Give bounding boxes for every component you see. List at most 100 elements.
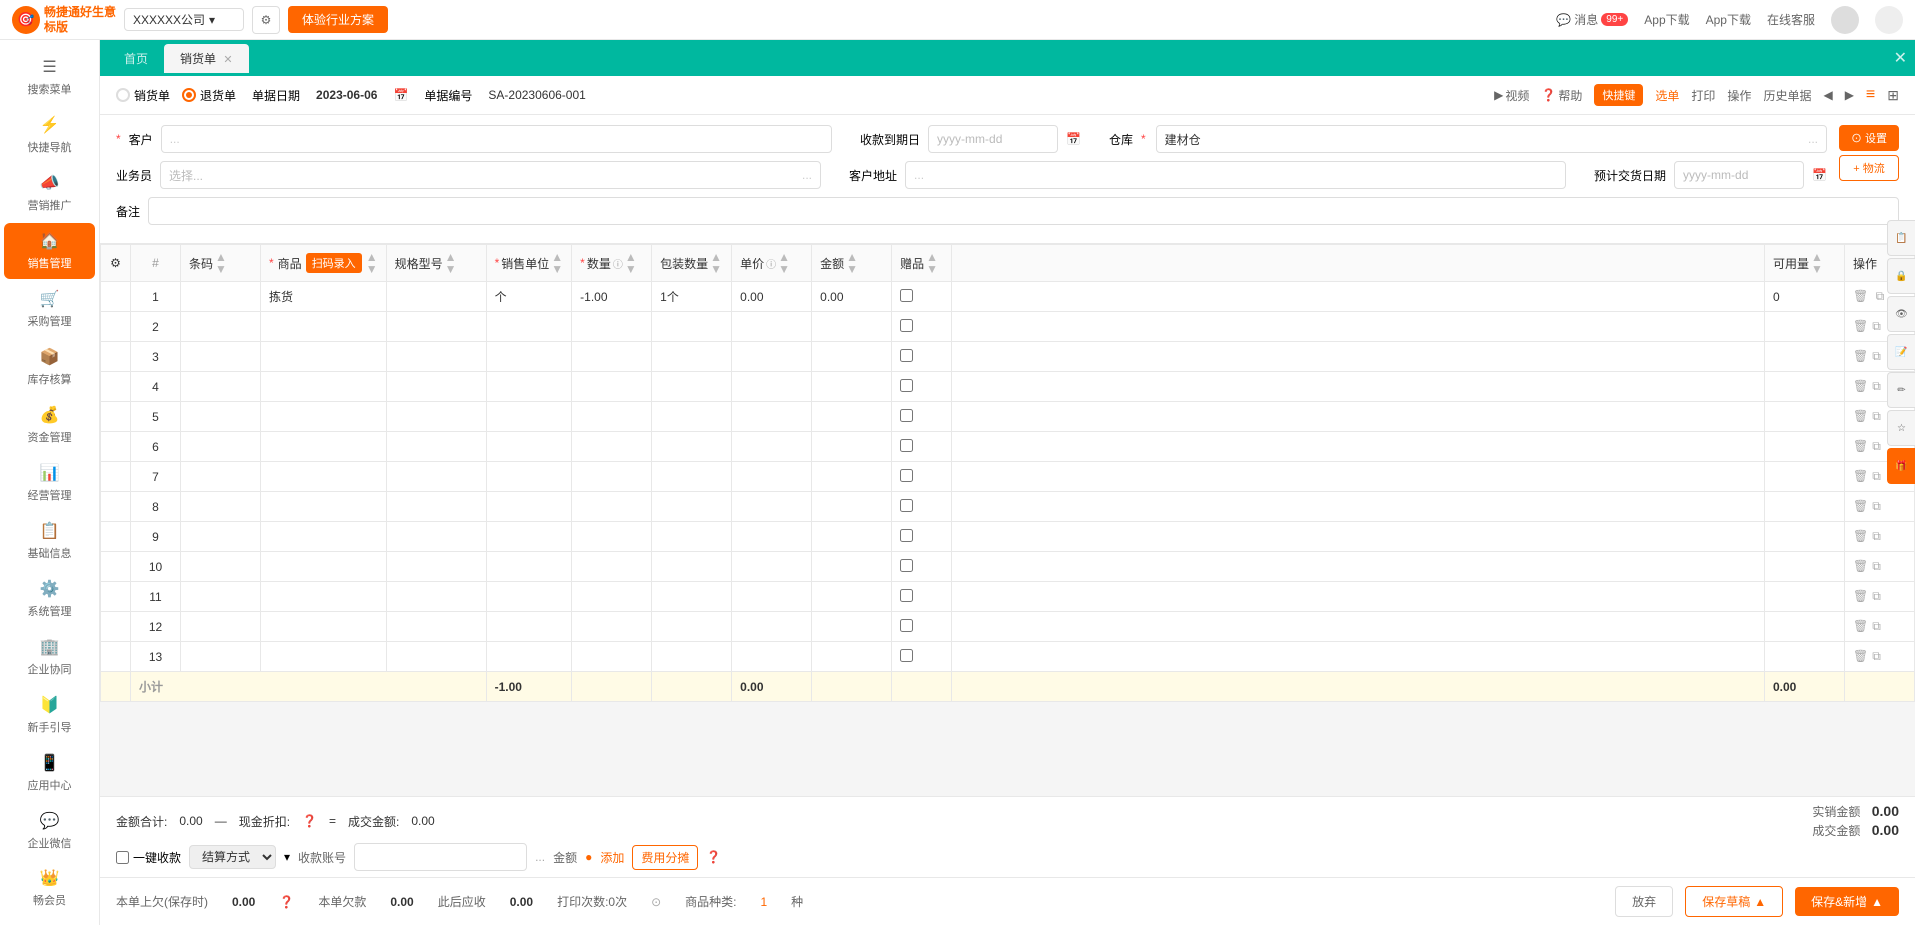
radio-return[interactable]: 退货单 xyxy=(182,87,236,104)
table-container[interactable]: ⚙ # 条码▲▼ * 商品 扫码录入 xyxy=(100,244,1915,796)
next-icon[interactable]: ▶ xyxy=(1845,88,1854,102)
delete-icon[interactable]: 🗑 xyxy=(1853,619,1868,633)
row-pkg-1[interactable]: 1个 xyxy=(652,282,732,312)
delete-icon[interactable]: 🗑 xyxy=(1853,349,1868,363)
company-selector[interactable]: XXXXXX公司 ▾ xyxy=(124,8,244,31)
delete-icon[interactable]: 🗑 xyxy=(1853,289,1868,303)
expense-button[interactable]: 费用分摊 xyxy=(632,845,698,870)
discard-button[interactable]: 放弃 xyxy=(1615,886,1673,917)
sidebar-item-inventory[interactable]: 📦 库存核算 xyxy=(4,339,95,395)
row-qty-1[interactable]: -1.00 xyxy=(572,282,652,312)
salesman-input[interactable]: 选择... ... xyxy=(160,161,821,189)
operate-action[interactable]: 操作 xyxy=(1727,87,1751,104)
video-action[interactable]: ▶ 视频 xyxy=(1494,87,1529,104)
copy-icon[interactable]: ⧉ xyxy=(1872,499,1881,513)
delete-icon[interactable]: 🗑 xyxy=(1853,469,1868,483)
message-icon[interactable]: 💬 消息 99+ xyxy=(1556,11,1628,28)
tab-sales-order[interactable]: 销货单 ✕ xyxy=(164,44,249,73)
row-unit-1[interactable]: 个 xyxy=(486,282,572,312)
payment-method-select[interactable]: 结算方式 xyxy=(189,845,276,869)
right-panel-btn-5[interactable]: ✏ xyxy=(1887,372,1915,408)
delete-icon[interactable]: 🗑 xyxy=(1853,409,1868,423)
copy-icon[interactable]: ⧉ xyxy=(1872,469,1881,483)
app-download[interactable]: App下载 xyxy=(1644,11,1689,28)
account-more-icon[interactable]: ... xyxy=(535,850,545,864)
sidebar-item-operation[interactable]: 📊 经营管理 xyxy=(4,455,95,511)
delete-icon[interactable]: 🗑 xyxy=(1853,589,1868,603)
row-product-1[interactable]: 拣货 xyxy=(261,282,387,312)
discount-help-icon[interactable]: ❓ xyxy=(302,814,317,828)
avatar[interactable] xyxy=(1831,6,1859,34)
row-barcode-1[interactable] xyxy=(181,282,261,312)
draft-button[interactable]: 保存草稿 ▲ xyxy=(1685,886,1783,917)
payment-checkbox[interactable] xyxy=(116,851,129,864)
avatar-secondary[interactable] xyxy=(1875,6,1903,34)
copy-icon[interactable]: ⧉ xyxy=(1872,409,1881,423)
expense-help-icon[interactable]: ❓ xyxy=(706,850,721,864)
radio-sales[interactable]: 销货单 xyxy=(116,87,170,104)
copy-icon[interactable]: ⧉ xyxy=(1872,319,1881,333)
sidebar-item-guide[interactable]: 🔰 新手引导 xyxy=(4,687,95,743)
save-button[interactable]: 保存&新增 ▲ xyxy=(1795,887,1899,916)
delete-icon[interactable]: 🗑 xyxy=(1853,379,1868,393)
delete-icon[interactable]: 🗑 xyxy=(1853,559,1868,573)
delete-icon[interactable]: 🗑 xyxy=(1853,439,1868,453)
row-gift-1[interactable] xyxy=(892,282,952,312)
sidebar-item-appstore[interactable]: 📱 应用中心 xyxy=(4,745,95,801)
select-action[interactable]: 选单 xyxy=(1655,87,1679,104)
copy-icon[interactable]: ⧉ xyxy=(1872,559,1881,573)
copy-icon[interactable]: ⧉ xyxy=(1872,529,1881,543)
warehouse-input[interactable]: 建材仓 ... xyxy=(1156,125,1827,153)
sidebar-item-marketing[interactable]: 📣 营销推广 xyxy=(4,165,95,221)
add-icon[interactable]: ● xyxy=(585,850,592,864)
delete-icon[interactable]: 🗑 xyxy=(1853,649,1868,663)
prev-icon[interactable]: ◀ xyxy=(1823,88,1832,102)
payment-account-input[interactable] xyxy=(354,843,527,871)
shortcut-button[interactable]: 快捷键 xyxy=(1594,84,1643,106)
right-panel-btn-7[interactable]: 🎁 xyxy=(1887,448,1915,484)
sidebar-item-search[interactable]: ☰ 搜索菜单 xyxy=(4,49,95,105)
grid-view-icon[interactable]: ⊞ xyxy=(1887,87,1899,104)
settings-button[interactable]: ⊙ 设置 xyxy=(1839,125,1899,151)
settings-icon[interactable]: ⚙ xyxy=(252,6,280,34)
sidebar-item-sales[interactable]: 🏠 销售管理 xyxy=(4,223,95,279)
tab-home[interactable]: 首页 xyxy=(108,44,164,73)
delete-icon[interactable]: 🗑 xyxy=(1853,499,1868,513)
one-click-payment-checkbox[interactable]: 一键收款 xyxy=(116,849,181,866)
total-owe-label-icon[interactable]: ❓ xyxy=(279,895,294,909)
tab-bar-close-icon[interactable]: ✕ xyxy=(1894,48,1907,68)
sidebar-item-member[interactable]: 👑 畅会员 xyxy=(4,860,95,916)
logistics-button[interactable]: + 物流 xyxy=(1839,155,1899,181)
customer-input[interactable]: ... xyxy=(161,125,832,153)
history-action[interactable]: 历史单据 xyxy=(1763,87,1811,104)
add-label[interactable]: 添加 xyxy=(600,849,624,866)
right-panel-btn-6[interactable]: ☆ xyxy=(1887,410,1915,446)
copy-icon[interactable]: ⧉ xyxy=(1872,349,1881,363)
delete-icon[interactable]: 🗑 xyxy=(1853,319,1868,333)
row-price-1[interactable]: 0.00 xyxy=(732,282,812,312)
sidebar-item-wechat[interactable]: 💬 企业微信 xyxy=(4,803,95,859)
payment-due-calendar-icon[interactable]: 📅 xyxy=(1066,132,1081,146)
right-panel-btn-2[interactable]: 🔒 xyxy=(1887,258,1915,294)
customer-addr-input[interactable]: ... xyxy=(905,161,1566,189)
calendar-icon[interactable]: 📅 xyxy=(393,88,408,102)
sidebar-item-purchase[interactable]: 🛒 采购管理 xyxy=(4,281,95,337)
scan-button[interactable]: 扫码录入 xyxy=(306,253,362,273)
right-panel-btn-4[interactable]: 📝 xyxy=(1887,334,1915,370)
sidebar-item-finance[interactable]: 💰 资金管理 xyxy=(4,397,95,453)
copy-icon[interactable]: ⧉ xyxy=(1872,589,1881,603)
sidebar-item-quick[interactable]: ⚡ 快捷导航 xyxy=(4,107,95,163)
copy-icon[interactable]: ⧉ xyxy=(1872,649,1881,663)
app-download-label[interactable]: App下载 xyxy=(1706,11,1751,28)
list-view-icon[interactable]: ≡ xyxy=(1866,86,1875,104)
payment-due-input[interactable]: yyyy-mm-dd xyxy=(928,125,1058,153)
copy-icon[interactable]: ⧉ xyxy=(1876,289,1885,303)
expected-delivery-input[interactable]: yyyy-mm-dd xyxy=(1674,161,1804,189)
print-action[interactable]: 打印 xyxy=(1691,87,1715,104)
th-settings[interactable]: ⚙ xyxy=(101,245,131,282)
right-panel-btn-3[interactable]: 👁 xyxy=(1887,296,1915,332)
row-amount-1[interactable]: 0.00 xyxy=(812,282,892,312)
experience-button[interactable]: 体验行业方案 xyxy=(288,6,388,33)
remarks-input[interactable] xyxy=(148,197,1899,225)
right-panel-btn-1[interactable]: 📋 xyxy=(1887,220,1915,256)
